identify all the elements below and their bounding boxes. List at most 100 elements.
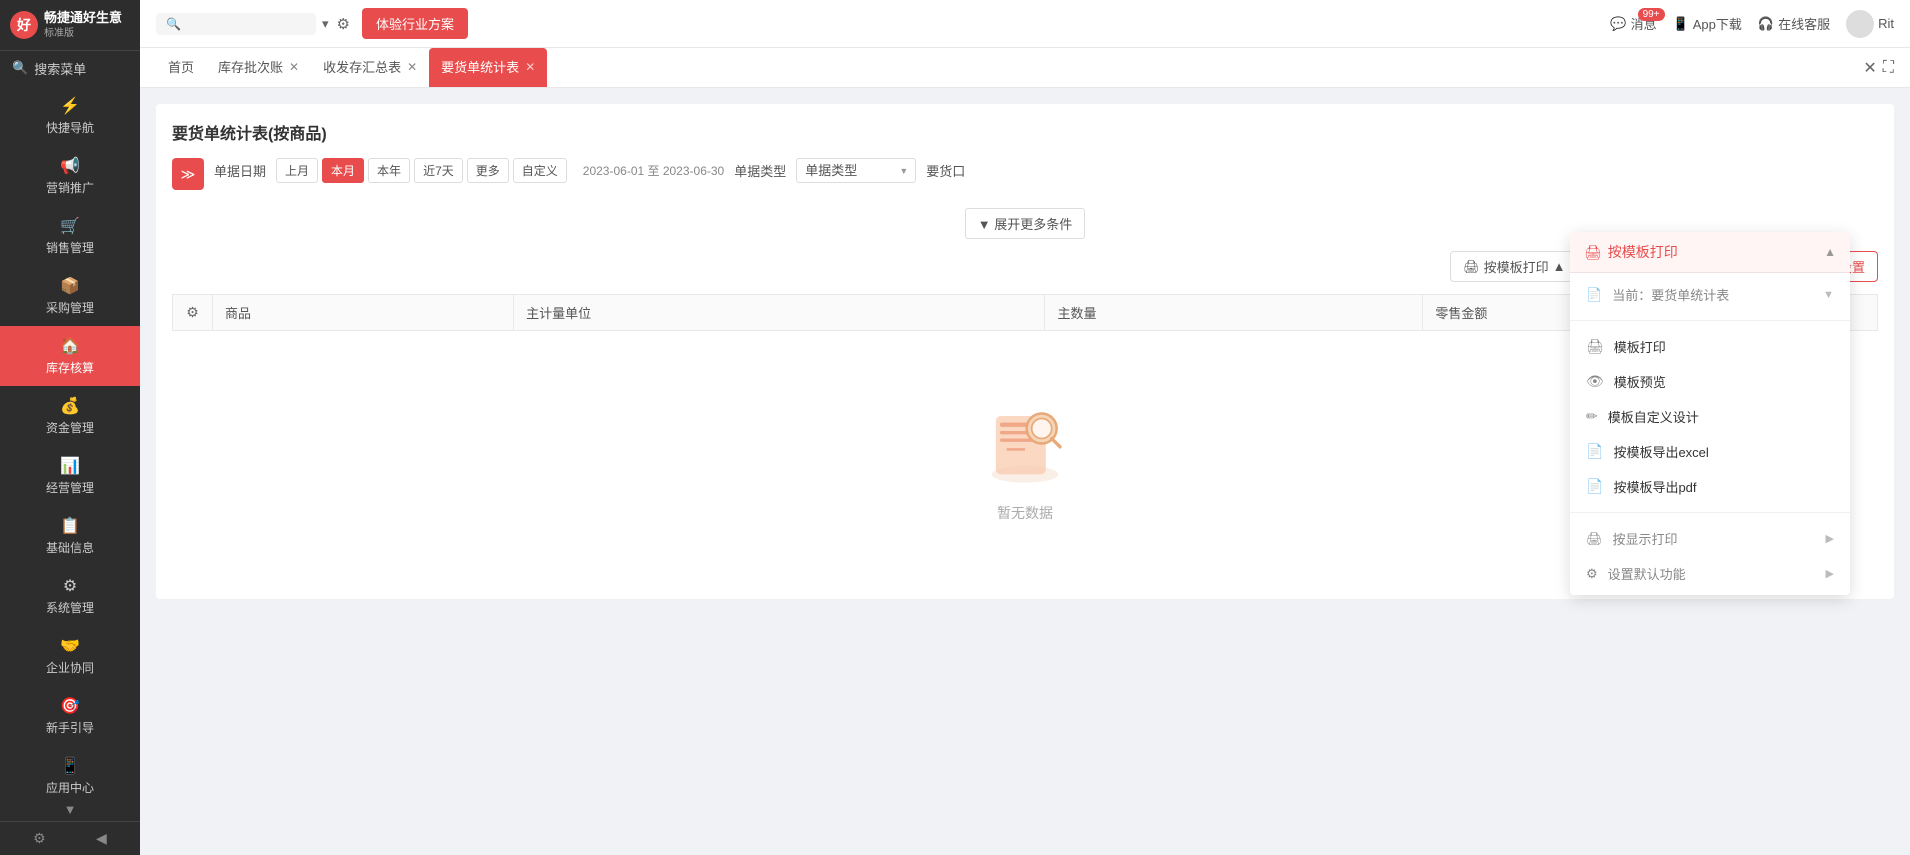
page-content: 要货单统计表(按商品) ≫ 单据日期 上月 本月 本年 近7天 更多 自定义 2…: [140, 88, 1910, 855]
date-btn-this-month[interactable]: 本月: [322, 158, 364, 183]
tab-home[interactable]: 首页: [156, 48, 206, 87]
print-template-btn[interactable]: 🖨 按模板打印 ▲: [1450, 251, 1578, 282]
basic-icon: 📋: [60, 516, 80, 536]
tab-close-all-btn[interactable]: ✕: [1863, 58, 1876, 78]
sales-icon: 🛒: [60, 216, 80, 236]
app-download-icon: 📱: [1673, 16, 1689, 32]
sidebar-item-sales[interactable]: 🛒 销售管理: [0, 206, 140, 266]
date-btn-last-month[interactable]: 上月: [276, 158, 318, 183]
sidebar-item-inventory[interactable]: 🏠 库存核算: [0, 326, 140, 386]
date-btn-more[interactable]: 更多: [467, 158, 509, 183]
inventory-icon: 🏠: [60, 336, 80, 356]
current-template-icon: 📄: [1586, 287, 1602, 303]
template-export-excel-item[interactable]: 📄 按模板导出excel: [1570, 434, 1850, 469]
sidebar-item-marketing[interactable]: 📢 营销推广: [0, 146, 140, 206]
filter-toggle-btn[interactable]: ≫: [172, 158, 204, 190]
sidebar-logo: 好 畅捷通好生意 标准版: [0, 0, 140, 51]
display-print-item[interactable]: 🖨 按显示打印 ▶: [1570, 521, 1850, 556]
display-print-icon: 🖨: [1586, 531, 1603, 547]
marketing-icon: 📢: [60, 156, 80, 176]
topbar-dropdown-btn[interactable]: ▾: [322, 16, 329, 32]
req-goods-label: 要货口: [926, 161, 965, 180]
sidebar-item-quick-nav[interactable]: ⚡ 快捷导航: [0, 86, 140, 146]
online-service-btn[interactable]: 🎧 在线客服: [1758, 14, 1830, 33]
tabs-right-controls: ✕ ⛶: [1863, 58, 1894, 78]
filter-row: 单据日期 上月 本月 本年 近7天 更多 自定义 2023-06-01 至 20…: [214, 158, 1878, 183]
message-btn[interactable]: 💬 消息 99+: [1610, 14, 1656, 33]
empty-illustration: [975, 391, 1075, 491]
print-dropdown-icon: 🖨: [1584, 244, 1602, 261]
dropdown-section-current: 📄 当前：要货单统计表 ▼: [1570, 273, 1850, 316]
logo-text: 畅捷通好生意 标准版: [44, 10, 122, 40]
experience-btn[interactable]: 体验行业方案: [362, 8, 468, 39]
topbar-search-icon: 🔍: [166, 17, 181, 31]
sidebar-item-basic[interactable]: 📋 基础信息: [0, 506, 140, 566]
template-export-excel-icon: 📄: [1586, 443, 1603, 460]
sidebar-item-appstore[interactable]: 📱 应用中心: [0, 746, 140, 798]
sidebar-nav: ⚡ 快捷导航 📢 营销推广 🛒 销售管理 📦 采购管理 🏠 库存核算 💰 资金管…: [0, 86, 140, 798]
template-custom-item[interactable]: ✏ 模板自定义设计: [1570, 399, 1850, 434]
system-icon: ⚙: [63, 576, 77, 596]
dropdown-collapse-btn[interactable]: ▲: [1824, 245, 1836, 259]
collapse-btn[interactable]: ◀: [96, 830, 107, 847]
sidebar-item-enterprise[interactable]: 🤝 企业协同: [0, 626, 140, 686]
template-export-pdf-icon: 📄: [1586, 478, 1603, 495]
col-gear[interactable]: ⚙: [173, 295, 213, 331]
tab-requisition-stat[interactable]: 要货单统计表 ✕: [429, 48, 547, 87]
close-batch-account-btn[interactable]: ✕: [289, 60, 299, 74]
tab-expand-btn[interactable]: ⛶: [1883, 59, 1894, 77]
logo-icon: 好: [10, 11, 38, 39]
close-requisition-stat-btn[interactable]: ✕: [525, 60, 535, 74]
date-btn-last-7-days[interactable]: 近7天: [414, 158, 463, 183]
tabs-bar: 首页 库存批次账 ✕ 收发存汇总表 ✕ 要货单统计表 ✕ ✕ ⛶: [140, 48, 1910, 88]
template-print-icon: 🖨: [1586, 338, 1604, 355]
sidebar-item-newbie[interactable]: 🎯 新手引导: [0, 686, 140, 746]
quick-nav-icon: ⚡: [60, 96, 80, 116]
headset-icon: 🎧: [1758, 16, 1774, 32]
operation-icon: 📊: [60, 456, 80, 476]
set-default-arrow: ▶: [1826, 567, 1834, 580]
topbar-gear-btn[interactable]: ⚙: [337, 15, 350, 33]
finance-icon: 💰: [60, 396, 80, 416]
template-preview-icon: 👁: [1586, 373, 1604, 390]
app-download-btn[interactable]: 📱 App下载: [1673, 14, 1742, 33]
gear-icon[interactable]: ⚙: [186, 304, 199, 320]
sidebar-item-purchase[interactable]: 📦 采购管理: [0, 266, 140, 326]
settings-bottom-btn[interactable]: ⚙: [33, 830, 46, 847]
type-select[interactable]: 单据类型: [796, 158, 916, 183]
tab-collect-summary[interactable]: 收发存汇总表 ✕: [311, 48, 429, 87]
expand-more-btn[interactable]: ▼ 展开更多条件: [965, 208, 1086, 239]
avatar: [1846, 10, 1874, 38]
appstore-icon: 📱: [60, 756, 80, 776]
set-default-item[interactable]: ⚙ 设置默认功能 ▶: [1570, 556, 1850, 591]
date-btn-custom[interactable]: 自定义: [513, 158, 567, 183]
sidebar-item-system[interactable]: ⚙ 系统管理: [0, 566, 140, 626]
template-export-pdf-item[interactable]: 📄 按模板导出pdf: [1570, 469, 1850, 504]
print-chevron-icon: ▲: [1553, 259, 1566, 274]
display-print-arrow: ▶: [1826, 532, 1834, 545]
dropdown-section-extra: 🖨 按显示打印 ▶ ⚙ 设置默认功能 ▶: [1570, 517, 1850, 595]
date-btn-this-year[interactable]: 本年: [368, 158, 410, 183]
template-print-item[interactable]: 🖨 模板打印: [1570, 329, 1850, 364]
topbar: 🔍 ▾ ⚙ 体验行业方案 💬 消息 99+ 📱 App下载 🎧 在线客服 Rit: [140, 0, 1910, 48]
message-icon: 💬: [1610, 16, 1626, 32]
sidebar: 好 畅捷通好生意 标准版 🔍 搜索菜单 ⚡ 快捷导航 📢 营销推广 🛒 销售管理…: [0, 0, 140, 855]
sidebar-item-finance[interactable]: 💰 资金管理: [0, 386, 140, 446]
sidebar-item-operation[interactable]: 📊 经营管理: [0, 446, 140, 506]
type-filter-label: 单据类型: [734, 161, 786, 180]
search-icon: 🔍: [12, 60, 28, 76]
sidebar-scroll-down[interactable]: ▼: [0, 798, 140, 821]
page-title: 要货单统计表(按商品): [172, 120, 1878, 144]
template-preview-item[interactable]: 👁 模板预览: [1570, 364, 1850, 399]
topbar-search[interactable]: 🔍: [156, 13, 316, 35]
empty-text: 暂无数据: [997, 503, 1053, 523]
tab-batch-account[interactable]: 库存批次账 ✕: [206, 48, 311, 87]
close-collect-summary-btn[interactable]: ✕: [407, 60, 417, 74]
col-unit: 主计量单位: [514, 295, 1045, 331]
search-menu-item[interactable]: 🔍 搜索菜单: [0, 51, 140, 86]
main-content: 🔍 ▾ ⚙ 体验行业方案 💬 消息 99+ 📱 App下载 🎧 在线客服 Rit: [140, 0, 1910, 855]
purchase-icon: 📦: [60, 276, 80, 296]
user-avatar-btn[interactable]: Rit: [1846, 10, 1894, 38]
sidebar-bottom: ⚙ ◀: [0, 821, 140, 855]
current-template-item[interactable]: 📄 当前：要货单统计表 ▼: [1570, 277, 1850, 312]
